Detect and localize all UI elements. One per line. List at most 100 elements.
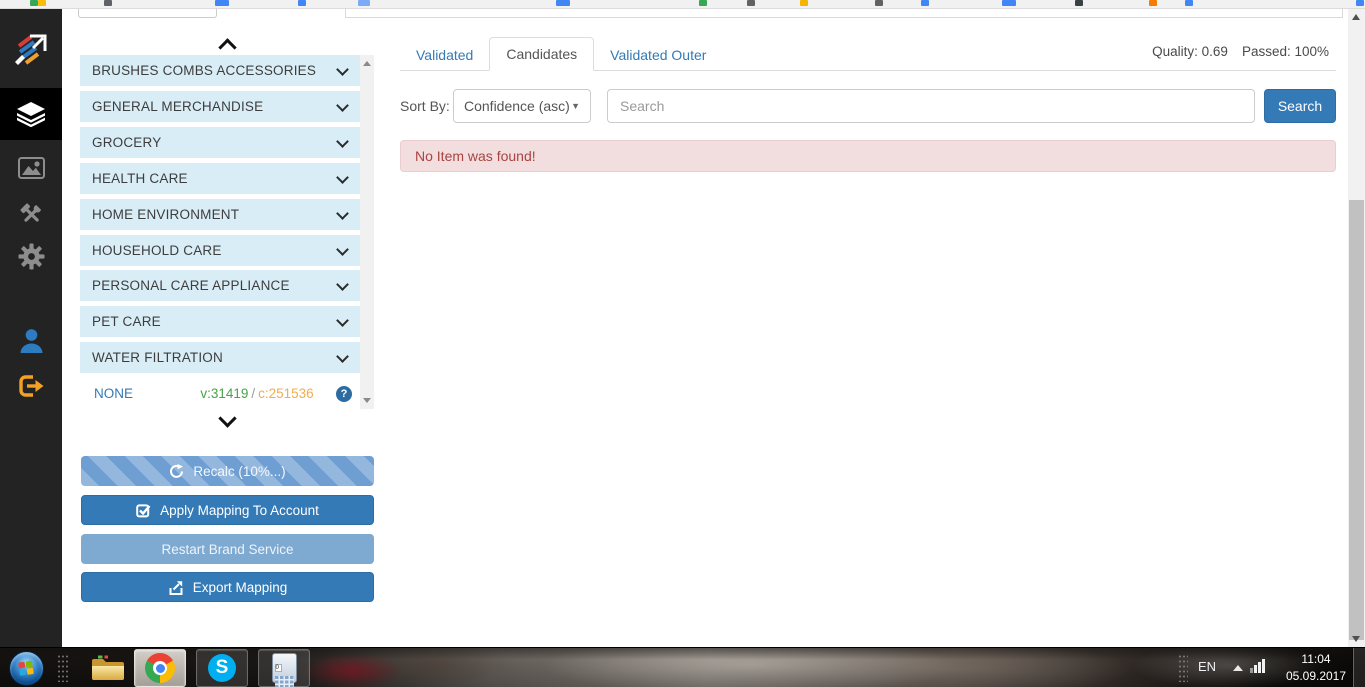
browser-scrollbar[interactable]: [1348, 9, 1365, 647]
cropped-header-element: [345, 9, 1343, 18]
chevron-down-icon: [217, 408, 237, 428]
tab-validated[interactable]: Validated: [400, 39, 489, 71]
quality-value: Quality: 0.69: [1152, 44, 1228, 59]
sidebar-item-user[interactable]: [0, 323, 62, 357]
taskbar-chrome-button[interactable]: [134, 649, 186, 687]
network-signal-icon[interactable]: [1250, 659, 1265, 673]
none-label: NONE: [94, 386, 134, 401]
sidebar-item-logout[interactable]: [0, 369, 62, 403]
scroll-up-button[interactable]: [80, 37, 374, 57]
taskbar-calculator-button[interactable]: 0: [258, 649, 310, 687]
clock-time: 11:04: [1301, 652, 1331, 666]
bookmark-favicon[interactable]: [215, 0, 229, 6]
bookmark-favicon[interactable]: [699, 0, 707, 6]
search-button[interactable]: Search: [1264, 89, 1336, 123]
bookmark-favicon[interactable]: [747, 0, 755, 6]
calculator-icon: 0: [271, 653, 297, 687]
bookmark-favicon[interactable]: [800, 0, 808, 6]
help-icon[interactable]: ?: [336, 385, 352, 402]
bookmark-favicon[interactable]: [1356, 0, 1364, 6]
bookmark-favicon[interactable]: [298, 0, 306, 6]
panel-scrollbar[interactable]: [360, 55, 374, 409]
gear-icon: [18, 243, 44, 269]
chevron-down-icon: [336, 171, 349, 184]
start-button[interactable]: [9, 651, 44, 686]
caret-down-icon: ▼: [571, 101, 580, 111]
bookmark-favicon[interactable]: [1075, 0, 1083, 6]
show-desktop-button[interactable]: [1352, 648, 1365, 687]
browser-bookmarks-bar[interactable]: [0, 0, 1365, 9]
validated-count: v:31419: [200, 386, 249, 401]
apply-mapping-label: Apply Mapping To Account: [160, 502, 319, 518]
app-logo[interactable]: [0, 25, 62, 75]
category-row[interactable]: GENERAL MERCHANDISE: [80, 91, 360, 122]
taskbar-file-explorer-button[interactable]: [82, 649, 134, 687]
bookmark-favicon[interactable]: [358, 0, 370, 6]
restart-brand-service-button[interactable]: Restart Brand Service: [81, 534, 374, 564]
bookmark-favicon[interactable]: [1149, 0, 1157, 6]
user-icon: [20, 328, 42, 353]
category-row[interactable]: HOUSEHOLD CARE: [80, 235, 360, 266]
sidebar-item-tools[interactable]: [0, 197, 62, 231]
sidebar-item-settings[interactable]: [0, 239, 62, 273]
sort-select[interactable]: Confidence (asc) ▼: [453, 89, 591, 123]
logout-icon: [19, 374, 44, 397]
export-mapping-button[interactable]: Export Mapping: [81, 572, 374, 602]
sort-select-value: Confidence (asc): [464, 98, 570, 114]
scrollbar-up-arrow-icon[interactable]: [1352, 14, 1360, 20]
sidebar-item-mappings[interactable]: [0, 97, 62, 131]
windows-flag-icon: [18, 660, 34, 676]
category-row[interactable]: GROCERY: [80, 127, 360, 158]
scrollbar-up-arrow-icon[interactable]: [363, 61, 371, 66]
category-row-none[interactable]: NONE v:31419/c:251536 ?: [80, 378, 360, 409]
tab-candidates[interactable]: Candidates: [489, 37, 595, 71]
category-row[interactable]: BRUSHES COMBS ACCESSORIES: [80, 55, 360, 86]
calculator-display: 0: [274, 664, 282, 672]
chevron-down-icon: [336, 135, 349, 148]
bookmark-favicon[interactable]: [104, 0, 112, 6]
language-indicator[interactable]: EN: [1198, 659, 1216, 674]
category-label: HOUSEHOLD CARE: [92, 243, 222, 258]
apply-mapping-button[interactable]: Apply Mapping To Account: [81, 495, 374, 525]
desktop: BRUSHES COMBS ACCESSORIES GENERAL MERCHA…: [0, 0, 1365, 687]
scrollbar-down-arrow-icon[interactable]: [1352, 636, 1360, 642]
bookmark-favicon[interactable]: [1185, 0, 1193, 6]
chevron-up-icon: [217, 37, 237, 57]
scrollbar-down-arrow-icon[interactable]: [363, 398, 371, 403]
bookmark-favicon[interactable]: [30, 0, 38, 6]
bookmark-favicon[interactable]: [921, 0, 929, 6]
recalc-button[interactable]: Recalc (10%...): [81, 456, 374, 486]
tab-validated-outer[interactable]: Validated Outer: [594, 39, 722, 71]
image-icon: [17, 157, 45, 179]
bookmark-favicon[interactable]: [38, 0, 46, 6]
no-items-alert: No Item was found!: [400, 140, 1336, 172]
chrome-icon: [145, 653, 175, 683]
chevron-down-icon: [336, 278, 349, 291]
refresh-icon: [170, 463, 184, 478]
cropped-header-element: [78, 9, 217, 18]
candidates-count: c:251536: [258, 386, 314, 401]
search-input[interactable]: [607, 89, 1255, 123]
clock-date: 05.09.2017: [1285, 669, 1347, 683]
category-label: HOME ENVIRONMENT: [92, 207, 240, 222]
category-row[interactable]: WATER FILTRATION: [80, 342, 360, 373]
category-label: PET CARE: [92, 314, 161, 329]
taskbar-clock[interactable]: 11:04 05.09.2017: [1283, 651, 1349, 685]
tray-expand-icon[interactable]: [1233, 665, 1243, 671]
calculator-keys: [274, 676, 294, 687]
category-label: BRUSHES COMBS ACCESSORIES: [92, 63, 317, 78]
category-list: BRUSHES COMBS ACCESSORIES GENERAL MERCHA…: [80, 55, 374, 409]
category-row[interactable]: PET CARE: [80, 306, 360, 337]
taskbar-skype-button[interactable]: S: [196, 649, 248, 687]
stats-separator: /: [251, 386, 256, 401]
scroll-down-button[interactable]: [80, 408, 374, 428]
bookmark-favicon[interactable]: [556, 0, 570, 6]
category-row[interactable]: HOME ENVIRONMENT: [80, 199, 360, 230]
sidebar-item-images[interactable]: [0, 151, 62, 185]
chevron-down-icon: [336, 350, 349, 363]
category-row[interactable]: HEALTH CARE: [80, 163, 360, 194]
bookmark-favicon[interactable]: [875, 0, 883, 6]
bookmark-favicon[interactable]: [1002, 0, 1016, 6]
scrollbar-thumb[interactable]: [1349, 200, 1364, 640]
category-row[interactable]: PERSONAL CARE APPLIANCE: [80, 270, 360, 301]
